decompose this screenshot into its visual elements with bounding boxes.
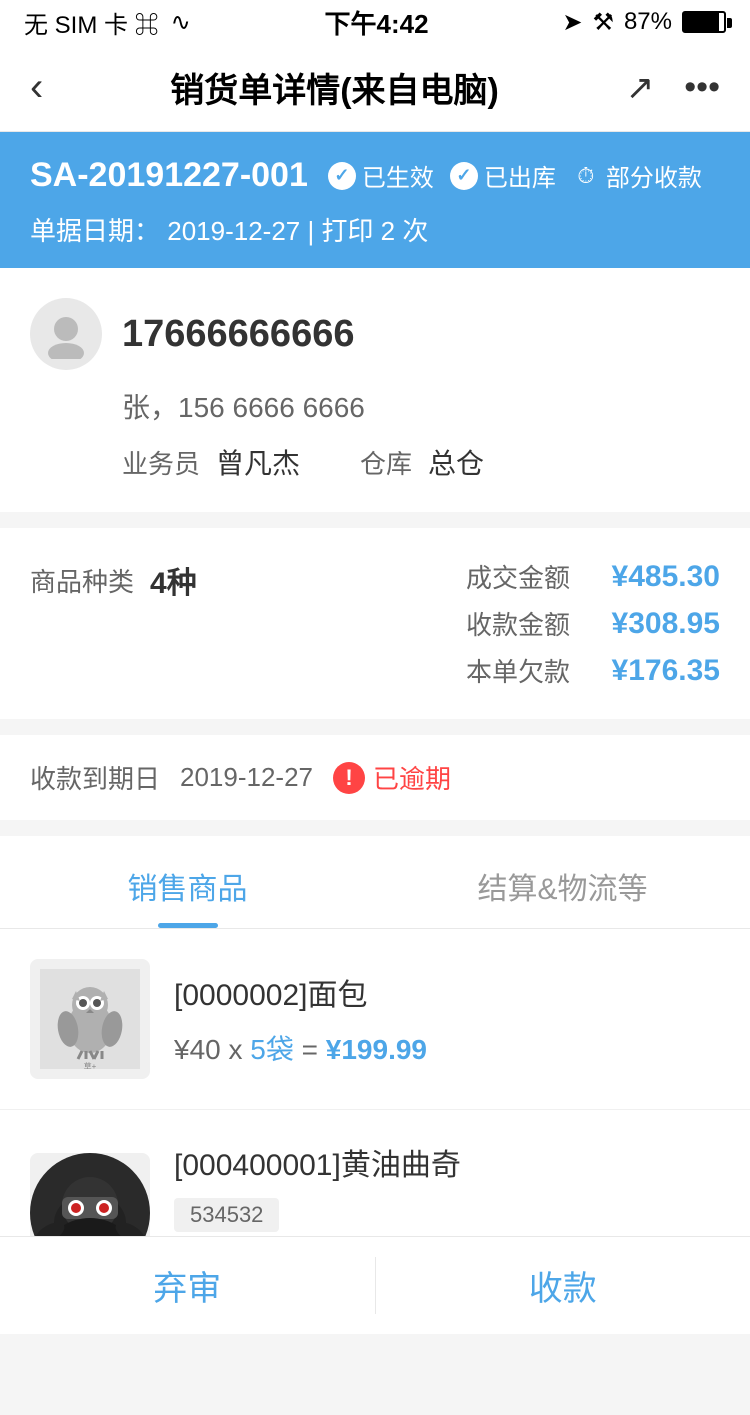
sales-info: 业务员 曾凡杰 (122, 442, 300, 482)
tab-sales-products[interactable]: 销售商品 (0, 836, 375, 928)
cancel-button[interactable]: 弃审 (0, 1237, 375, 1334)
tabs-section: 销售商品 结算&物流等 (0, 836, 750, 929)
svg-text:草+: 草+ (84, 1061, 97, 1069)
check-icon-2: ✓ (450, 162, 478, 190)
order-id: SA-20191227-001 (30, 156, 308, 195)
clock-icon: ⏱ (572, 162, 600, 190)
product-name-1: [0000002]面包 (174, 970, 720, 1014)
due-label: 收款到期日 (30, 759, 160, 796)
check-icon-1: ✓ (328, 162, 356, 190)
alarm-icon: ⚒ (592, 8, 614, 37)
product-tag-2: 534532 (174, 1198, 279, 1232)
product-item: 草+ [0000002]面包 ¥40 x 5袋 = ¥199.99 (0, 929, 750, 1110)
status-shipped: ✓ 已出库 (450, 158, 556, 193)
status-bar: 无 SIM 卡 ⌘ ∿ 下午4:42 ➤ ⚒ 87% (0, 0, 750, 44)
status-bar-right: ➤ ⚒ 87% (562, 8, 726, 37)
received-row: 收款金额 ¥308.95 (466, 605, 720, 642)
location-icon: ➤ (562, 8, 582, 37)
due-date: 2019-12-27 (180, 762, 313, 793)
status-tags: ✓ 已生效 ✓ 已出库 ⏱ 部分收款 (328, 158, 702, 193)
wifi-icon: ∿ (171, 8, 191, 37)
customer-name: 17666666666 (122, 313, 354, 356)
customer-name-row: 17666666666 (30, 298, 720, 370)
customer-section: 17666666666 张，156 6666 6666 业务员 曾凡杰 仓库 总… (0, 268, 750, 512)
avatar (30, 298, 102, 370)
amount-row: 成交金额 ¥485.30 (466, 558, 720, 595)
product-type-stat: 商品种类 4种 (30, 558, 197, 602)
share-button[interactable]: ↗ (626, 68, 655, 108)
order-header: SA-20191227-001 ✓ 已生效 ✓ 已出库 ⏱ 部分收款 单据日期：… (0, 132, 750, 268)
product-thumb-1: 草+ (30, 959, 150, 1079)
bottom-bar: 弃审 收款 (0, 1236, 750, 1334)
network-status: 无 SIM 卡 ⌘ (24, 5, 159, 40)
overdue-text: 已逾期 (373, 759, 451, 796)
divider-2 (0, 719, 750, 735)
customer-meta: 业务员 曾凡杰 仓库 总仓 (30, 442, 720, 482)
product-name-2: [000400001]黄油曲奇 (174, 1140, 720, 1184)
status-effective: ✓ 已生效 (328, 158, 434, 193)
customer-sub: 张，156 6666 6666 (30, 386, 720, 426)
back-button[interactable]: ‹ (30, 65, 43, 110)
nav-bar: ‹ 销货单详情(来自电脑) ↗ ••• (0, 44, 750, 132)
stats-section: 商品种类 4种 成交金额 ¥485.30 收款金额 ¥308.95 本单欠款 ¥… (0, 528, 750, 719)
status-bar-time: 下午4:42 (325, 4, 429, 41)
overdue-icon: ! (333, 762, 365, 794)
order-date-row: 单据日期： 2019-12-27 | 打印 2 次 (30, 211, 720, 248)
overdue-badge: ! 已逾期 (333, 759, 451, 796)
status-partial: ⏱ 部分收款 (572, 158, 702, 193)
page-title: 销货单详情(来自电脑) (170, 63, 499, 112)
nav-actions: ↗ ••• (626, 68, 720, 108)
product-price-1: ¥40 x 5袋 = ¥199.99 (174, 1028, 720, 1068)
tab-settlement[interactable]: 结算&物流等 (375, 836, 750, 928)
battery-status: 87% (624, 8, 672, 36)
product-info-1: [0000002]面包 ¥40 x 5袋 = ¥199.99 (174, 970, 720, 1068)
battery-icon (682, 11, 726, 33)
confirm-button[interactable]: 收款 (376, 1237, 750, 1334)
financial-stats: 成交金额 ¥485.30 收款金额 ¥308.95 本单欠款 ¥176.35 (466, 558, 720, 689)
status-bar-left: 无 SIM 卡 ⌘ ∿ (24, 5, 191, 40)
warehouse-info: 仓库 总仓 (360, 442, 484, 482)
due-section: 收款到期日 2019-12-27 ! 已逾期 (0, 735, 750, 820)
more-button[interactable]: ••• (684, 68, 720, 107)
divider-1 (0, 512, 750, 528)
owed-row: 本单欠款 ¥176.35 (466, 652, 720, 689)
